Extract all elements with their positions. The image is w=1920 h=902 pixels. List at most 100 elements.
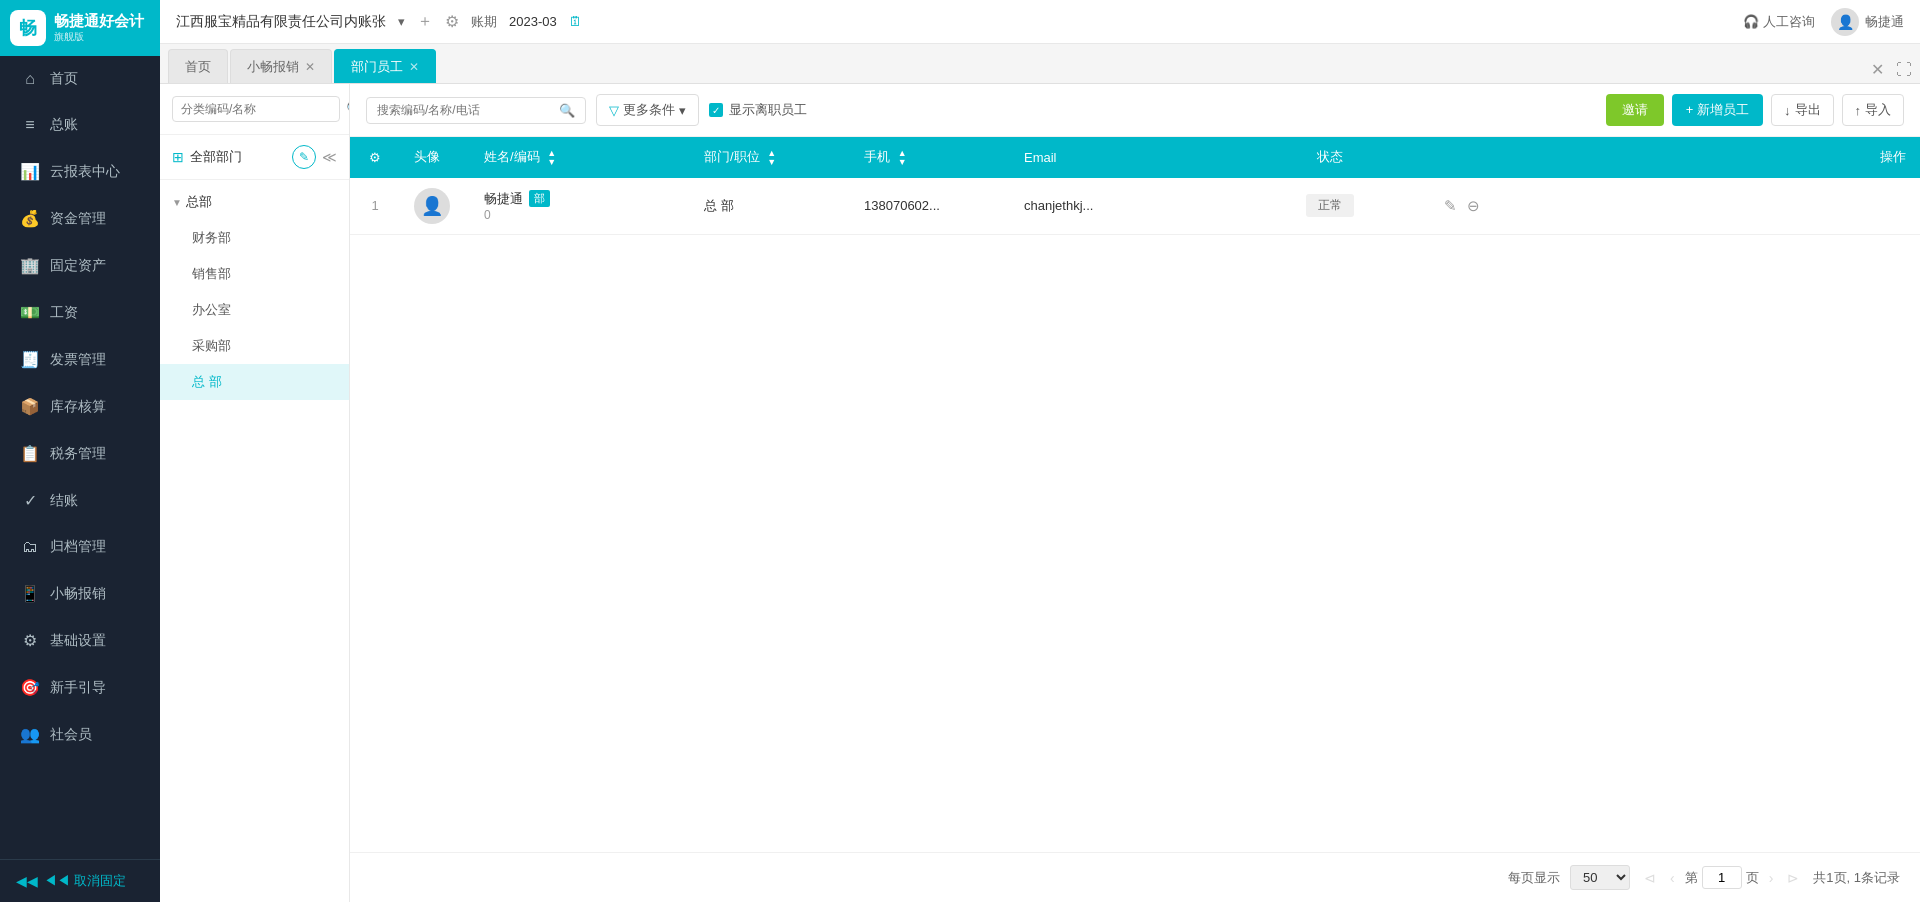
sidebar-item-archive[interactable]: 🗂 归档管理 <box>0 524 160 570</box>
expand-icon[interactable]: ⛶ <box>1896 61 1912 79</box>
company-name: 江西服宝精品有限责任公司内账张 <box>176 13 386 31</box>
add-company-icon[interactable]: ＋ <box>417 11 433 32</box>
dept-tree-item-finance[interactable]: 财务部 <box>160 220 349 256</box>
topbar-settings-icon[interactable]: ⚙ <box>445 12 459 31</box>
page-input[interactable] <box>1702 866 1742 889</box>
tab-dept-close-icon[interactable]: ✕ <box>409 60 419 74</box>
guide-icon: 🎯 <box>20 678 40 697</box>
export-button[interactable]: ↓ 导出 <box>1771 94 1834 126</box>
sidebar-item-guide[interactable]: 🎯 新手引导 <box>0 664 160 711</box>
content: 🔍 ⊞ 全部部门 ✎ ≪ ▼ 总部 财务部 销售部 <box>160 84 1920 902</box>
employee-name: 畅捷通 部 <box>484 190 676 208</box>
col-settings[interactable]: ⚙ <box>350 137 400 178</box>
sidebar-item-tax[interactable]: 📋 税务管理 <box>0 430 160 477</box>
service-button[interactable]: 🎧 人工咨询 <box>1743 13 1815 31</box>
sort-arrows-name: ▲▼ <box>547 149 556 167</box>
company-dropdown-icon[interactable]: ▾ <box>398 14 405 29</box>
dept-collapse-icon[interactable]: ≪ <box>322 149 337 165</box>
import-button[interactable]: ↑ 导入 <box>1842 94 1905 126</box>
page-first-button[interactable]: ⊲ <box>1640 868 1660 888</box>
more-icon: 👥 <box>20 725 40 744</box>
export-icon: ↓ <box>1784 103 1791 118</box>
filter-button[interactable]: ▽ 更多条件 ▾ <box>596 94 699 126</box>
cell-status: 正常 <box>1230 178 1430 235</box>
tab-home[interactable]: 首页 <box>168 49 228 83</box>
pagination: 每页显示 50 10 20 100 ⊲ ‹ 第 页 › ⊳ <box>350 852 1920 902</box>
cancel-fixed-button[interactable]: ◀◀ ◀◀ 取消固定 <box>0 859 160 902</box>
search-input[interactable] <box>377 103 553 117</box>
dept-tree-item-office[interactable]: 办公室 <box>160 292 349 328</box>
sidebar-item-fixed-assets[interactable]: 🏢 固定资产 <box>0 242 160 289</box>
tax-icon: 📋 <box>20 444 40 463</box>
status-badge: 正常 <box>1306 194 1354 217</box>
avatar-circle: 👤 <box>414 188 450 224</box>
inventory-icon: 📦 <box>20 397 40 416</box>
headset-icon: 🎧 <box>1743 14 1759 29</box>
toolbar-right: 邀请 + 新增员工 ↓ 导出 ↑ 导入 <box>1606 94 1904 126</box>
search-icon[interactable]: 🔍 <box>559 103 575 118</box>
period-label: 账期 <box>471 13 497 31</box>
logout-icon[interactable]: ⊖ <box>1467 197 1480 215</box>
invite-button[interactable]: 邀请 <box>1606 94 1664 126</box>
col-dept-position[interactable]: 部门/职位 ▲▼ <box>690 137 850 178</box>
col-name-code[interactable]: 姓名/编码 ▲▼ <box>470 137 690 178</box>
report-icon: 📊 <box>20 162 40 181</box>
add-employee-button[interactable]: + 新增员工 <box>1672 94 1763 126</box>
user-menu[interactable]: 👤 畅捷通 <box>1831 8 1904 36</box>
sidebar-item-general-ledger[interactable]: ≡ 总账 <box>0 102 160 148</box>
resigned-checkbox[interactable]: ✓ <box>709 103 723 117</box>
cell-avatar: 👤 <box>400 178 470 235</box>
page-last-button[interactable]: ⊳ <box>1783 868 1803 888</box>
dept-badge: 部 <box>529 190 550 207</box>
sidebar-item-report-center[interactable]: 📊 云报表中心 <box>0 148 160 195</box>
sidebar-item-expense[interactable]: 📱 小畅报销 <box>0 570 160 617</box>
per-page-select[interactable]: 50 10 20 100 <box>1570 865 1630 890</box>
cell-index: 1 <box>350 178 400 235</box>
sidebar-item-inventory[interactable]: 📦 库存核算 <box>0 383 160 430</box>
tab-expense-close-icon[interactable]: ✕ <box>305 60 315 74</box>
page-nav: ⊲ ‹ 第 页 › ⊳ <box>1640 866 1803 889</box>
dept-tree-group-root[interactable]: ▼ 总部 <box>160 184 349 220</box>
dept-tree-item-purchase[interactable]: 采购部 <box>160 328 349 364</box>
arrow-left-icon: ◀◀ <box>16 873 38 889</box>
employee-table-wrap: ⚙ 头像 姓名/编码 ▲▼ 部门/职位 ▲▼ <box>350 137 1920 852</box>
sidebar-item-salary[interactable]: 💵 工资 <box>0 289 160 336</box>
dept-tree-item-sales[interactable]: 销售部 <box>160 256 349 292</box>
tab-dept-employee[interactable]: 部门员工 ✕ <box>334 49 436 83</box>
pagination-total: 共1页, 1条记录 <box>1813 869 1900 887</box>
sidebar-item-invoice[interactable]: 🧾 发票管理 <box>0 336 160 383</box>
tab-expense[interactable]: 小畅报销 ✕ <box>230 49 332 83</box>
page-input-wrap: 第 页 <box>1685 866 1759 889</box>
right-panel: 🔍 ▽ 更多条件 ▾ ✓ 显示离职员工 邀请 + 新增员工 ↓ 导出 <box>350 84 1920 902</box>
employee-code: 0 <box>484 208 676 222</box>
sidebar-item-more[interactable]: 👥 社会员 <box>0 711 160 758</box>
grid-icon: ⊞ <box>172 149 184 165</box>
table-row: 1 👤 畅捷通 部 0 总 部 138070602... chanjethkj.… <box>350 178 1920 235</box>
expense-icon: 📱 <box>20 584 40 603</box>
sort-arrows-dept: ▲▼ <box>767 149 776 167</box>
dept-search-input[interactable] <box>172 96 340 122</box>
sidebar-item-basic-settings[interactable]: ⚙ 基础设置 <box>0 617 160 664</box>
page-next-button[interactable]: › <box>1765 868 1778 888</box>
topbar-right: 🎧 人工咨询 👤 畅捷通 <box>1743 8 1904 36</box>
sidebar-item-home[interactable]: ⌂ 首页 <box>0 56 160 102</box>
dept-all-header: ⊞ 全部部门 ✎ ≪ <box>160 135 349 180</box>
tabs-actions: ✕ ⛶ <box>1871 60 1912 83</box>
sidebar-item-fund-management[interactable]: 💰 资金管理 <box>0 195 160 242</box>
page-prev-button[interactable]: ‹ <box>1666 868 1679 888</box>
col-phone[interactable]: 手机 ▲▼ <box>850 137 1010 178</box>
calendar-icon[interactable]: 🗓 <box>569 14 582 29</box>
show-resigned-toggle[interactable]: ✓ 显示离职员工 <box>709 101 807 119</box>
filter-icon: ▽ <box>609 103 619 118</box>
fund-icon: 💰 <box>20 209 40 228</box>
dept-tree-item-general[interactable]: 总 部 <box>160 364 349 400</box>
cell-email: chanjethkj... <box>1010 178 1230 235</box>
sidebar-item-checkout[interactable]: ✓ 结账 <box>0 477 160 524</box>
toolbar: 🔍 ▽ 更多条件 ▾ ✓ 显示离职员工 邀请 + 新增员工 ↓ 导出 <box>350 84 1920 137</box>
topbar: 江西服宝精品有限责任公司内账张 ▾ ＋ ⚙ 账期 2023-03 🗓 🎧 人工咨… <box>160 0 1920 44</box>
page-unit: 页 <box>1746 869 1759 887</box>
dept-search-bar: 🔍 <box>160 84 349 135</box>
edit-icon[interactable]: ✎ <box>1444 197 1457 215</box>
close-all-icon[interactable]: ✕ <box>1871 60 1884 79</box>
dept-edit-button[interactable]: ✎ <box>292 145 316 169</box>
